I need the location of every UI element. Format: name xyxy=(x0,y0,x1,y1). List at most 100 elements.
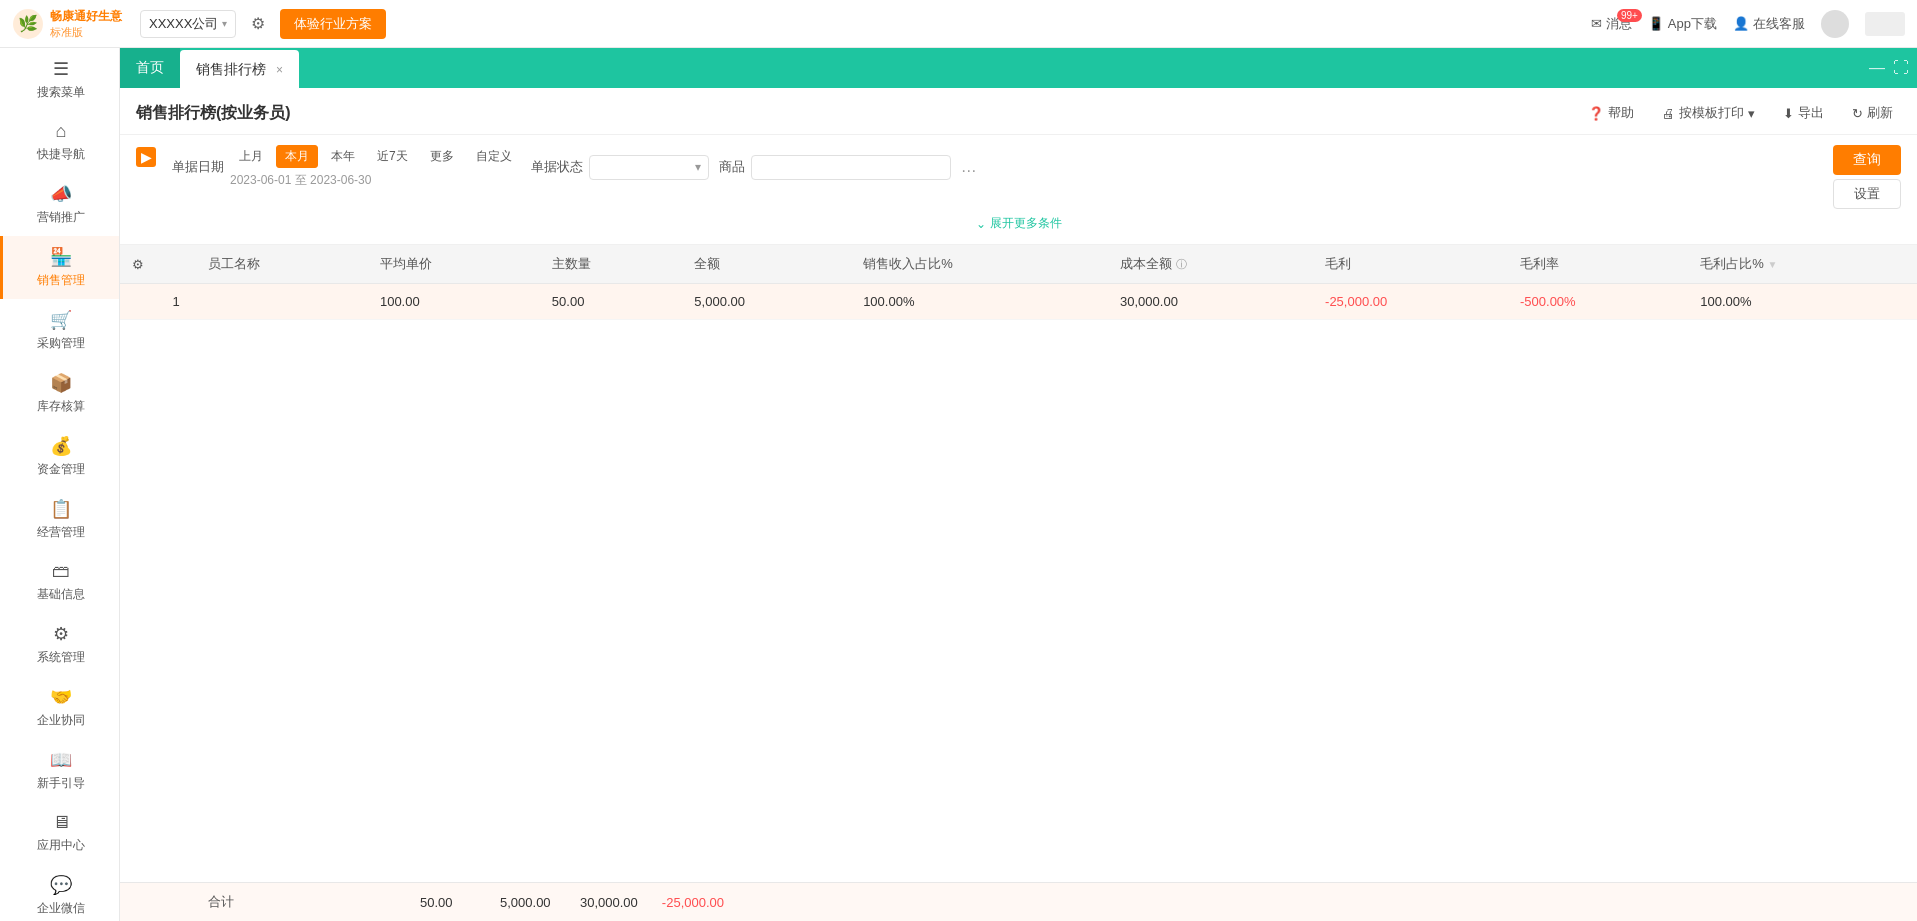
col-header-rank xyxy=(156,245,196,284)
sidebar-item-marketing[interactable]: 📣 营销推广 xyxy=(0,173,119,236)
filter-controls: 单据日期 上月 本月 本年 近7天 更多 自定义 20 xyxy=(172,145,1817,189)
cell-profit: -25,000.00 xyxy=(1313,284,1508,320)
download-icon: 📱 xyxy=(1648,16,1664,31)
profit-pct-sort-icon[interactable]: ▼ xyxy=(1767,259,1777,270)
message-button[interactable]: ✉ 消息 99+ xyxy=(1591,15,1632,33)
col-header-qty: 主数量 xyxy=(540,245,683,284)
sidebar-item-label: 营销推广 xyxy=(37,209,85,226)
logo-area: 🌿 畅康通好生意 标准版 xyxy=(12,8,132,40)
sidebar-item-system[interactable]: ⚙ 系统管理 xyxy=(0,613,119,676)
wechat-icon: 💬 xyxy=(50,874,72,896)
purchase-icon: 🛒 xyxy=(50,309,72,331)
filter-main-row: ▶ 单据日期 上月 本月 本年 近7天 xyxy=(136,145,1901,209)
refresh-button[interactable]: ↻ 刷新 xyxy=(1844,100,1901,126)
date-filter: 单据日期 上月 本月 本年 近7天 更多 自定义 20 xyxy=(172,145,521,189)
table-area: ⚙ 员工名称 平均单价 主数量 xyxy=(120,245,1917,882)
col-header-profit-rate: 毛利率 xyxy=(1508,245,1688,284)
date-range: 2023-06-01 至 2023-06-30 xyxy=(230,172,521,189)
date-btn-this-month[interactable]: 本月 xyxy=(276,145,318,168)
footer-total-label: 合计 xyxy=(208,893,408,911)
goods-more-icon[interactable]: … xyxy=(961,158,977,176)
service-icon: 👤 xyxy=(1733,16,1749,31)
system-icon: ⚙ xyxy=(53,623,69,645)
svg-text:🌿: 🌿 xyxy=(18,14,38,33)
tab-expand-icon[interactable]: ⛶ xyxy=(1893,59,1909,77)
sidebar-item-label: 采购管理 xyxy=(37,335,85,352)
sidebar-item-guide[interactable]: 📖 新手引导 xyxy=(0,739,119,802)
sidebar-item-basic-info[interactable]: 🗃 基础信息 xyxy=(0,551,119,613)
status-select[interactable] xyxy=(589,155,709,180)
sidebar-item-apps[interactable]: 🖥 应用中心 xyxy=(0,802,119,864)
sidebar-item-label: 库存核算 xyxy=(37,398,85,415)
date-filter-buttons: 上月 本月 本年 近7天 更多 自定义 xyxy=(230,145,521,168)
sidebar-item-label: 企业微信 xyxy=(37,900,85,917)
export-button[interactable]: ⬇ 导出 xyxy=(1775,100,1832,126)
tab-bar: 首页 销售排行榜 × — ⛶ xyxy=(120,48,1917,88)
goods-input[interactable] xyxy=(751,155,951,180)
refresh-icon: ↻ xyxy=(1852,106,1863,121)
page-title: 销售排行榜(按业务员) xyxy=(136,103,291,124)
apps-icon: 🖥 xyxy=(52,812,70,833)
online-service-button[interactable]: 👤 在线客服 xyxy=(1733,15,1805,33)
gear-icon[interactable]: ⚙ xyxy=(244,10,272,38)
cell-amount: 5,000.00 xyxy=(682,284,851,320)
main-layout: ☰ 搜索菜单 ⌂ 快捷导航 📣 营销推广 🏪 销售管理 🛒 采购管理 📦 库存核… xyxy=(0,48,1917,921)
expand-conditions-row: ⌄ 展开更多条件 xyxy=(136,209,1901,234)
logo-text: 畅康通好生意 标准版 xyxy=(50,8,122,40)
goods-label: 商品 xyxy=(719,158,745,176)
sidebar-item-wechat[interactable]: 💬 企业微信 xyxy=(0,864,119,921)
date-btn-7days[interactable]: 近7天 xyxy=(368,145,417,168)
tab-sales-ranking[interactable]: 销售排行榜 × xyxy=(180,50,299,90)
sidebar-item-search[interactable]: ☰ 搜索菜单 xyxy=(0,48,119,111)
goods-filter: 商品 … xyxy=(719,155,977,180)
date-btn-this-year[interactable]: 本年 xyxy=(322,145,364,168)
table-row: 1 100.00 50.00 xyxy=(120,284,1917,320)
sidebar-item-quicknav[interactable]: ⌂ 快捷导航 xyxy=(0,111,119,173)
expand-conditions-button[interactable]: ⌄ 展开更多条件 xyxy=(976,215,1062,232)
sidebar-item-inventory[interactable]: 📦 库存核算 xyxy=(0,362,119,425)
help-icon: ❓ xyxy=(1588,106,1604,121)
col-header-settings[interactable]: ⚙ xyxy=(120,245,156,284)
filter-area: ▶ 单据日期 上月 本月 本年 近7天 xyxy=(120,135,1917,245)
app-download-button[interactable]: 📱 App下载 xyxy=(1648,15,1717,33)
sidebar-item-purchase[interactable]: 🛒 采购管理 xyxy=(0,299,119,362)
sidebar-item-operations[interactable]: 📋 经营管理 xyxy=(0,488,119,551)
print-button[interactable]: 🖨 按模板打印 ▾ xyxy=(1654,100,1763,126)
company-selector[interactable]: XXXXX公司 ▾ xyxy=(140,10,236,38)
tab-home[interactable]: 首页 xyxy=(120,48,180,88)
trial-button[interactable]: 体验行业方案 xyxy=(280,9,386,39)
sidebar-item-label: 应用中心 xyxy=(37,837,85,854)
settings-button[interactable]: 设置 xyxy=(1833,179,1901,209)
filter-right-actions: 查询 设置 xyxy=(1833,145,1901,209)
avatar[interactable] xyxy=(1821,10,1849,38)
expand-conditions-label: 展开更多条件 xyxy=(990,215,1062,232)
sidebar-item-label: 搜索菜单 xyxy=(37,84,85,101)
sidebar-item-sales[interactable]: 🏪 销售管理 xyxy=(0,236,119,299)
sidebar: ☰ 搜索菜单 ⌂ 快捷导航 📣 营销推广 🏪 销售管理 🛒 采购管理 📦 库存核… xyxy=(0,48,120,921)
filter-expand-toggle[interactable]: ▶ xyxy=(136,145,156,167)
col-header-sales-pct: 销售收入占比% xyxy=(851,245,1108,284)
sidebar-item-label: 销售管理 xyxy=(37,272,85,289)
cell-rank: 1 xyxy=(156,284,196,320)
search-menu-icon: ☰ xyxy=(53,58,69,80)
date-btn-last-month[interactable]: 上月 xyxy=(230,145,272,168)
expand-icon[interactable]: ▶ xyxy=(136,147,156,167)
tab-close-icon[interactable]: × xyxy=(276,63,283,77)
company-name: XXXXX公司 xyxy=(149,15,218,33)
user-name-area xyxy=(1865,12,1905,36)
tab-minimize-icon[interactable]: — xyxy=(1869,59,1885,77)
cell-name xyxy=(196,284,368,320)
query-button[interactable]: 查询 xyxy=(1833,145,1901,175)
sidebar-item-enterprise[interactable]: 🤝 企业协同 xyxy=(0,676,119,739)
cost-info-icon[interactable]: ⓘ xyxy=(1176,258,1187,270)
help-button[interactable]: ❓ 帮助 xyxy=(1580,100,1642,126)
sidebar-item-label: 系统管理 xyxy=(37,649,85,666)
col-header-name: 员工名称 xyxy=(196,245,368,284)
top-header: 🌿 畅康通好生意 标准版 XXXXX公司 ▾ ⚙ 体验行业方案 ✉ 消息 99+… xyxy=(0,0,1917,48)
date-btn-custom[interactable]: 自定义 xyxy=(467,145,521,168)
sidebar-item-finance[interactable]: 💰 资金管理 xyxy=(0,425,119,488)
date-btn-more[interactable]: 更多 xyxy=(421,145,463,168)
header-right: ✉ 消息 99+ 📱 App下载 👤 在线客服 xyxy=(1591,10,1905,38)
cell-avg-price: 100.00 xyxy=(368,284,540,320)
col-header-cost: 成本全额 ⓘ xyxy=(1108,245,1313,284)
